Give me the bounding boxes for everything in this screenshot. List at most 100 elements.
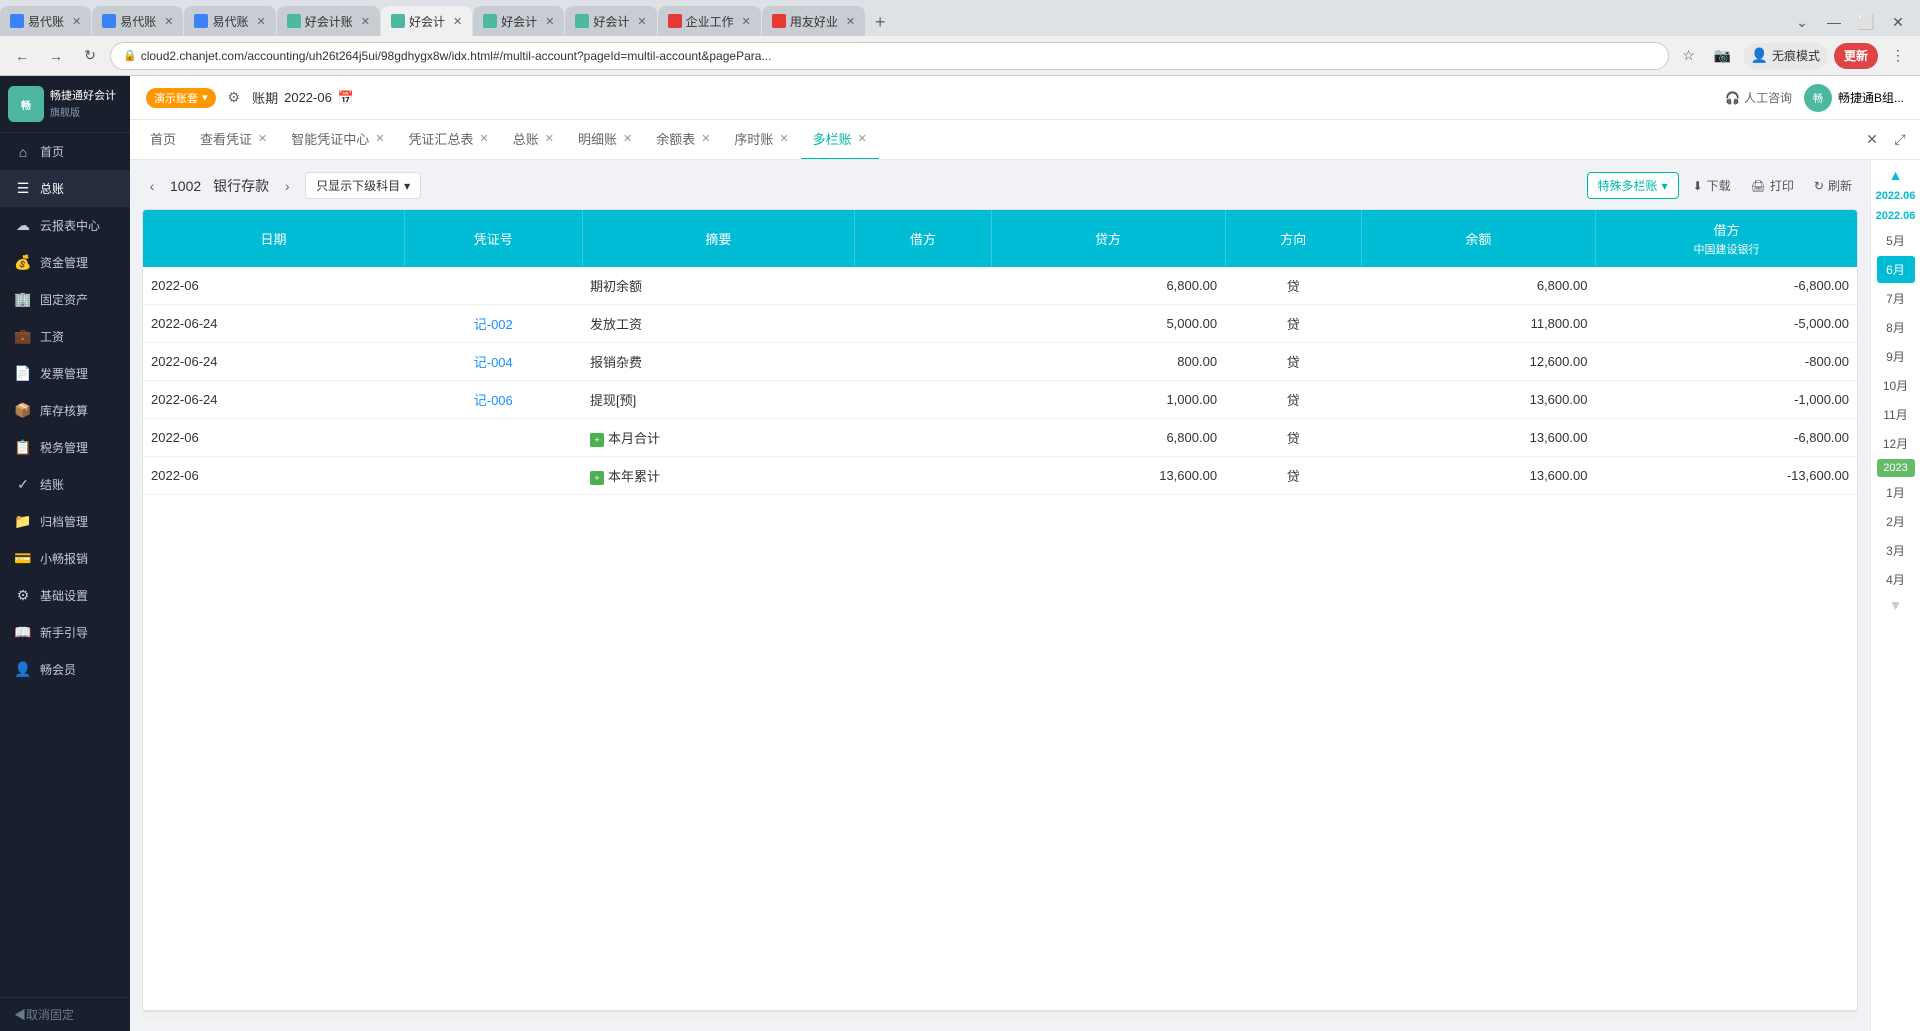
tab-close-1[interactable]: ✕ [72, 15, 81, 28]
voucher-link[interactable]: 记-006 [474, 393, 513, 408]
sidebar-footer[interactable]: ◀取消固定 [0, 997, 130, 1031]
tab-voucher-summary[interactable]: 凭证汇总表 ✕ [396, 120, 500, 160]
close-panel-button[interactable]: ✕ [1860, 128, 1884, 152]
expand-panel-button[interactable]: ⤢ [1888, 128, 1912, 152]
sidebar-item-guide[interactable]: 📖 新手引导 [0, 614, 130, 651]
time-month-9[interactable]: 9月 [1877, 343, 1915, 370]
tab-balance[interactable]: 余额表 ✕ [644, 120, 722, 160]
tab-general-ledger-close[interactable]: ✕ [545, 132, 554, 145]
tab-close-5[interactable]: ✕ [453, 15, 462, 28]
tab-close-8[interactable]: ✕ [742, 15, 751, 28]
tab-home[interactable]: 首页 [138, 120, 188, 160]
minimize-button[interactable]: — [1820, 8, 1848, 36]
tab-view-voucher-close[interactable]: ✕ [258, 132, 267, 145]
tab-close-9[interactable]: ✕ [846, 15, 855, 28]
time-scroll-up[interactable]: ▲ [1886, 164, 1906, 186]
tab-multi-column[interactable]: 多栏账 ✕ [801, 120, 879, 160]
bookmark-button[interactable]: ☆ [1675, 42, 1703, 70]
tab-icon-7 [575, 14, 589, 28]
print-icon: 🖨 [1751, 179, 1766, 193]
sidebar-item-fund[interactable]: 💰 资金管理 [0, 244, 130, 281]
browser-tab-3[interactable]: 易代账 ✕ [184, 6, 275, 36]
tab-close-4[interactable]: ✕ [361, 15, 370, 28]
time-month-5[interactable]: 5月 [1877, 227, 1915, 254]
tab-general-ledger[interactable]: 总账 ✕ [501, 120, 566, 160]
tab-sequence[interactable]: 序时账 ✕ [722, 120, 800, 160]
voucher-link[interactable]: 记-004 [474, 355, 513, 370]
demo-badge-arrow: ▾ [202, 91, 208, 104]
browser-tab-7[interactable]: 好会计 ✕ [565, 6, 656, 36]
time-month-10[interactable]: 10月 [1877, 372, 1915, 399]
time-month-7[interactable]: 7月 [1877, 285, 1915, 312]
time-month-2023-2[interactable]: 2月 [1877, 508, 1915, 535]
browser-tab-6[interactable]: 好会计 ✕ [473, 6, 564, 36]
tab-detail-ledger[interactable]: 明细账 ✕ [566, 120, 644, 160]
tab-view-voucher[interactable]: 查看凭证 ✕ [188, 120, 279, 160]
sidebar-item-cloud-report[interactable]: ☁ 云报表中心 [0, 207, 130, 244]
time-month-2023-1[interactable]: 1月 [1877, 479, 1915, 506]
tab-close-6[interactable]: ✕ [545, 15, 554, 28]
tab-list-button[interactable]: ⌄ [1788, 8, 1816, 36]
settings-button[interactable]: ⋮ [1884, 42, 1912, 70]
screenshot-button[interactable]: 📷 [1709, 42, 1737, 70]
sidebar-item-settings[interactable]: ⚙ 基础设置 [0, 577, 130, 614]
period-value: 2022-06 [284, 90, 332, 105]
tab-detail-ledger-close[interactable]: ✕ [623, 132, 632, 145]
sidebar-item-tax[interactable]: 📋 税务管理 [0, 429, 130, 466]
wuhen-mode-button[interactable]: 👤 无痕模式 [1743, 43, 1828, 69]
tab-close-3[interactable]: ✕ [256, 15, 265, 28]
browser-tab-5[interactable]: 好会计 ✕ [381, 6, 472, 36]
maximize-button[interactable]: ⬜ [1852, 8, 1880, 36]
filter-dropdown[interactable]: 只显示下级科目 ▾ [305, 172, 421, 199]
browser-tab-2[interactable]: 易代账 ✕ [92, 6, 183, 36]
tab-close-2[interactable]: ✕ [164, 15, 173, 28]
voucher-link[interactable]: 记-002 [474, 317, 513, 332]
refresh-button[interactable]: ↻ 刷新 [1808, 173, 1858, 198]
close-window-button[interactable]: ✕ [1884, 8, 1912, 36]
gear-icon[interactable]: ⚙ [228, 89, 241, 106]
forward-button[interactable]: → [42, 42, 70, 70]
download-button[interactable]: ⬇ 下载 [1687, 173, 1737, 198]
tab-smart-voucher[interactable]: 智能凭证中心 ✕ [279, 120, 396, 160]
bottom-scrollbar[interactable] [142, 1011, 1858, 1019]
tab-multi-column-close[interactable]: ✕ [858, 132, 867, 145]
sidebar-item-home[interactable]: ⌂ 首页 [0, 133, 130, 170]
account-next-button[interactable]: › [277, 176, 297, 196]
sidebar-item-expense[interactable]: 💳 小畅报销 [0, 540, 130, 577]
time-month-12[interactable]: 12月 [1877, 430, 1915, 457]
sidebar-item-close[interactable]: ✓ 结账 [0, 466, 130, 503]
reload-button[interactable]: ↻ [76, 42, 104, 70]
time-month-2023-3[interactable]: 3月 [1877, 537, 1915, 564]
sidebar-item-archive[interactable]: 📁 归档管理 [0, 503, 130, 540]
sidebar-item-salary[interactable]: 💼 工资 [0, 318, 130, 355]
sidebar-item-fixed-assets[interactable]: 🏢 固定资产 [0, 281, 130, 318]
browser-tab-4[interactable]: 好会计账 ✕ [277, 6, 380, 36]
new-tab-button[interactable]: + [866, 8, 894, 36]
time-month-6[interactable]: 6月 [1877, 256, 1915, 283]
sidebar-item-ledger[interactable]: ☰ 总账 [0, 170, 130, 207]
tab-smart-voucher-close[interactable]: ✕ [375, 132, 384, 145]
tab-icon-1 [10, 14, 24, 28]
update-button[interactable]: 更新 [1834, 43, 1878, 69]
time-scroll-down[interactable]: ▼ [1886, 594, 1906, 616]
url-input[interactable]: 🔒 cloud2.chanjet.com/accounting/uh26t264… [110, 42, 1669, 70]
consult-button[interactable]: 🎧 人工咨询 [1725, 89, 1792, 106]
print-button[interactable]: 🖨 打印 [1745, 173, 1800, 198]
time-month-8[interactable]: 8月 [1877, 314, 1915, 341]
tab-close-7[interactable]: ✕ [637, 15, 646, 28]
time-month-2023-4[interactable]: 4月 [1877, 566, 1915, 593]
tab-balance-close[interactable]: ✕ [701, 132, 710, 145]
browser-tab-1[interactable]: 易代账 ✕ [0, 6, 91, 36]
back-button[interactable]: ← [8, 42, 36, 70]
browser-tab-9[interactable]: 用友好业 ✕ [762, 6, 865, 36]
sidebar-item-member[interactable]: 👤 畅会员 [0, 651, 130, 688]
special-col-button[interactable]: 特殊多栏账 ▾ [1587, 172, 1679, 199]
account-prev-button[interactable]: ‹ [142, 176, 162, 196]
tab-voucher-summary-close[interactable]: ✕ [480, 132, 489, 145]
browser-tab-8[interactable]: 企业工作 ✕ [658, 6, 761, 36]
sidebar-item-invoice[interactable]: 📄 发票管理 [0, 355, 130, 392]
calendar-icon[interactable]: 📅 [338, 90, 354, 106]
tab-sequence-close[interactable]: ✕ [779, 132, 788, 145]
sidebar-item-inventory[interactable]: 📦 库存核算 [0, 392, 130, 429]
time-month-11[interactable]: 11月 [1877, 401, 1915, 428]
